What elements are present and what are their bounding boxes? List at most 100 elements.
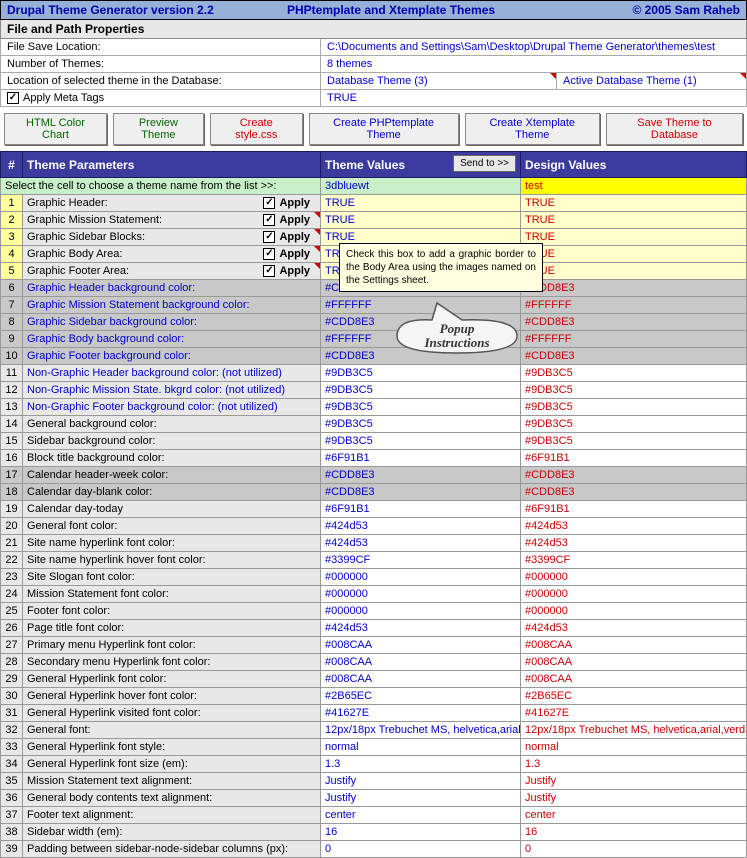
design-value-cell[interactable]: #9DB3C5 [521, 416, 747, 433]
theme-value-cell[interactable]: #2B65EC [321, 688, 521, 705]
theme-value-cell[interactable]: #CDD8E3 [321, 467, 521, 484]
apply-checkbox[interactable]: ✓Apply [263, 231, 310, 243]
theme-value-cell[interactable]: center [321, 807, 521, 824]
design-value-cell[interactable]: #CDD8E3 [521, 314, 747, 331]
design-value-cell[interactable]: #000000 [521, 603, 747, 620]
design-value-cell[interactable]: #6F91B1 [521, 501, 747, 518]
theme-value-cell[interactable]: #9DB3C5 [321, 399, 521, 416]
design-value-cell[interactable]: TRUE [521, 263, 747, 280]
design-value-cell[interactable]: TRUE [521, 229, 747, 246]
checkbox-icon[interactable]: ✓ [7, 92, 19, 104]
design-value-cell[interactable]: normal [521, 739, 747, 756]
design-value-cell[interactable]: #6F91B1 [521, 450, 747, 467]
design-value-cell[interactable]: #FFFFFF [521, 331, 747, 348]
theme-value-cell[interactable]: #008CAA [321, 637, 521, 654]
theme-value-cell[interactable]: #008CAA [321, 654, 521, 671]
theme-value-cell[interactable]: #008CAA [321, 671, 521, 688]
design-value-cell[interactable]: #9DB3C5 [521, 433, 747, 450]
theme-value-cell[interactable]: TRUE [321, 212, 521, 229]
design-value-cell[interactable]: 0 [521, 841, 747, 858]
checkbox-icon[interactable]: ✓ [263, 265, 275, 277]
apply-checkbox[interactable]: ✓Apply [263, 248, 310, 260]
design-value-cell[interactable]: #424d53 [521, 535, 747, 552]
design-value-cell[interactable]: #CDD8E3 [521, 348, 747, 365]
param-label: Site Slogan font color: [23, 569, 321, 586]
info-label: File Save Location: [1, 39, 321, 55]
theme-select-value[interactable]: 3dbluewt [321, 178, 521, 195]
theme-value-cell[interactable]: #6F91B1 [321, 450, 521, 467]
design-value-cell[interactable]: #9DB3C5 [521, 399, 747, 416]
theme-value-cell[interactable]: 12px/18px Trebuchet MS, helvetica,arial,… [321, 722, 521, 739]
create-style-css-button[interactable]: Create style.css [210, 113, 303, 145]
theme-value-cell[interactable]: #424d53 [321, 535, 521, 552]
design-value-cell[interactable]: #CDD8E3 [521, 484, 747, 501]
apply-checkbox[interactable]: ✓Apply [263, 265, 310, 277]
theme-value-cell[interactable]: #000000 [321, 603, 521, 620]
design-value-cell[interactable]: 12px/18px Trebuchet MS, helvetica,arial,… [521, 722, 747, 739]
design-value-cell[interactable]: #CDD8E3 [521, 467, 747, 484]
theme-value-cell[interactable]: #3399CF [321, 552, 521, 569]
design-value-cell[interactable]: Justify [521, 773, 747, 790]
info-value[interactable]: C:\Documents and Settings\Sam\Desktop\Dr… [321, 39, 746, 55]
design-value-cell[interactable]: #3399CF [521, 552, 747, 569]
theme-select-design[interactable]: test [521, 178, 747, 195]
design-value-cell[interactable]: 16 [521, 824, 747, 841]
apply-checkbox[interactable]: ✓Apply [263, 214, 310, 226]
theme-value-cell[interactable]: #9DB3C5 [321, 416, 521, 433]
design-value-cell[interactable]: #008CAA [521, 637, 747, 654]
design-value-cell[interactable]: #9DB3C5 [521, 365, 747, 382]
html-color-chart-button[interactable]: HTML Color Chart [4, 113, 107, 145]
design-value-cell[interactable]: #FFFFFF [521, 297, 747, 314]
design-value-cell[interactable]: #000000 [521, 569, 747, 586]
design-value-cell[interactable]: #000000 [521, 586, 747, 603]
checkbox-icon[interactable]: ✓ [263, 231, 275, 243]
theme-value-cell[interactable]: #424d53 [321, 620, 521, 637]
theme-value-cell[interactable]: #6F91B1 [321, 501, 521, 518]
design-value-cell[interactable]: TRUE [521, 212, 747, 229]
create-xtemplate-theme-button[interactable]: Create Xtemplate Theme [465, 113, 600, 145]
theme-value-cell[interactable]: #9DB3C5 [321, 433, 521, 450]
design-value-cell[interactable]: #424d53 [521, 518, 747, 535]
design-value-cell[interactable]: TRUE [521, 195, 747, 212]
send-to-button[interactable]: Send to >> [453, 155, 516, 172]
create-phptemplate-theme-button[interactable]: Create PHPtemplate Theme [309, 113, 459, 145]
info-value[interactable]: 8 themes [321, 56, 746, 72]
theme-value-cell[interactable]: Justify [321, 790, 521, 807]
design-value-cell[interactable]: TRUE [521, 246, 747, 263]
preview-theme-button[interactable]: Preview Theme [113, 113, 204, 145]
row-number: 28 [1, 654, 23, 671]
theme-value-cell[interactable]: TRUE [321, 195, 521, 212]
theme-value-cell[interactable]: #424d53 [321, 518, 521, 535]
info-value-2[interactable]: Active Database Theme (1) [556, 73, 746, 89]
design-value-cell[interactable]: #9DB3C5 [521, 382, 747, 399]
theme-value-cell[interactable]: #9DB3C5 [321, 382, 521, 399]
design-value-cell[interactable]: #2B65EC [521, 688, 747, 705]
design-value-cell[interactable]: 1.3 [521, 756, 747, 773]
design-value-cell[interactable]: #008CAA [521, 654, 747, 671]
design-value-cell[interactable]: #CDD8E3 [521, 280, 747, 297]
theme-value-cell[interactable]: 0 [321, 841, 521, 858]
checkbox-icon[interactable]: ✓ [263, 248, 275, 260]
apply-checkbox[interactable]: ✓Apply [263, 197, 310, 209]
theme-value-cell[interactable]: 1.3 [321, 756, 521, 773]
design-value-cell[interactable]: center [521, 807, 747, 824]
theme-value-cell[interactable]: #CDD8E3 [321, 484, 521, 501]
theme-value-cell[interactable]: #9DB3C5 [321, 365, 521, 382]
design-value-cell[interactable]: #424d53 [521, 620, 747, 637]
design-value-cell[interactable]: Justify [521, 790, 747, 807]
design-value-cell[interactable]: #41627E [521, 705, 747, 722]
theme-value-cell[interactable]: #000000 [321, 569, 521, 586]
checkbox-icon[interactable]: ✓ [263, 197, 275, 209]
theme-value-cell[interactable]: 16 [321, 824, 521, 841]
theme-value-cell[interactable]: Justify [321, 773, 521, 790]
theme-value-cell[interactable]: #41627E [321, 705, 521, 722]
theme-value-cell[interactable]: #000000 [321, 586, 521, 603]
theme-value-cell[interactable]: normal [321, 739, 521, 756]
save-theme-to-database-button[interactable]: Save Theme to Database [606, 113, 743, 145]
design-value-cell[interactable]: #008CAA [521, 671, 747, 688]
section-header: File and Path Properties [0, 20, 747, 39]
table-row: 24Mission Statement font color:#000000#0… [1, 586, 747, 603]
info-value[interactable]: Database Theme (3) [321, 73, 556, 89]
checkbox-icon[interactable]: ✓ [263, 214, 275, 226]
info-value[interactable]: TRUE [321, 90, 746, 106]
